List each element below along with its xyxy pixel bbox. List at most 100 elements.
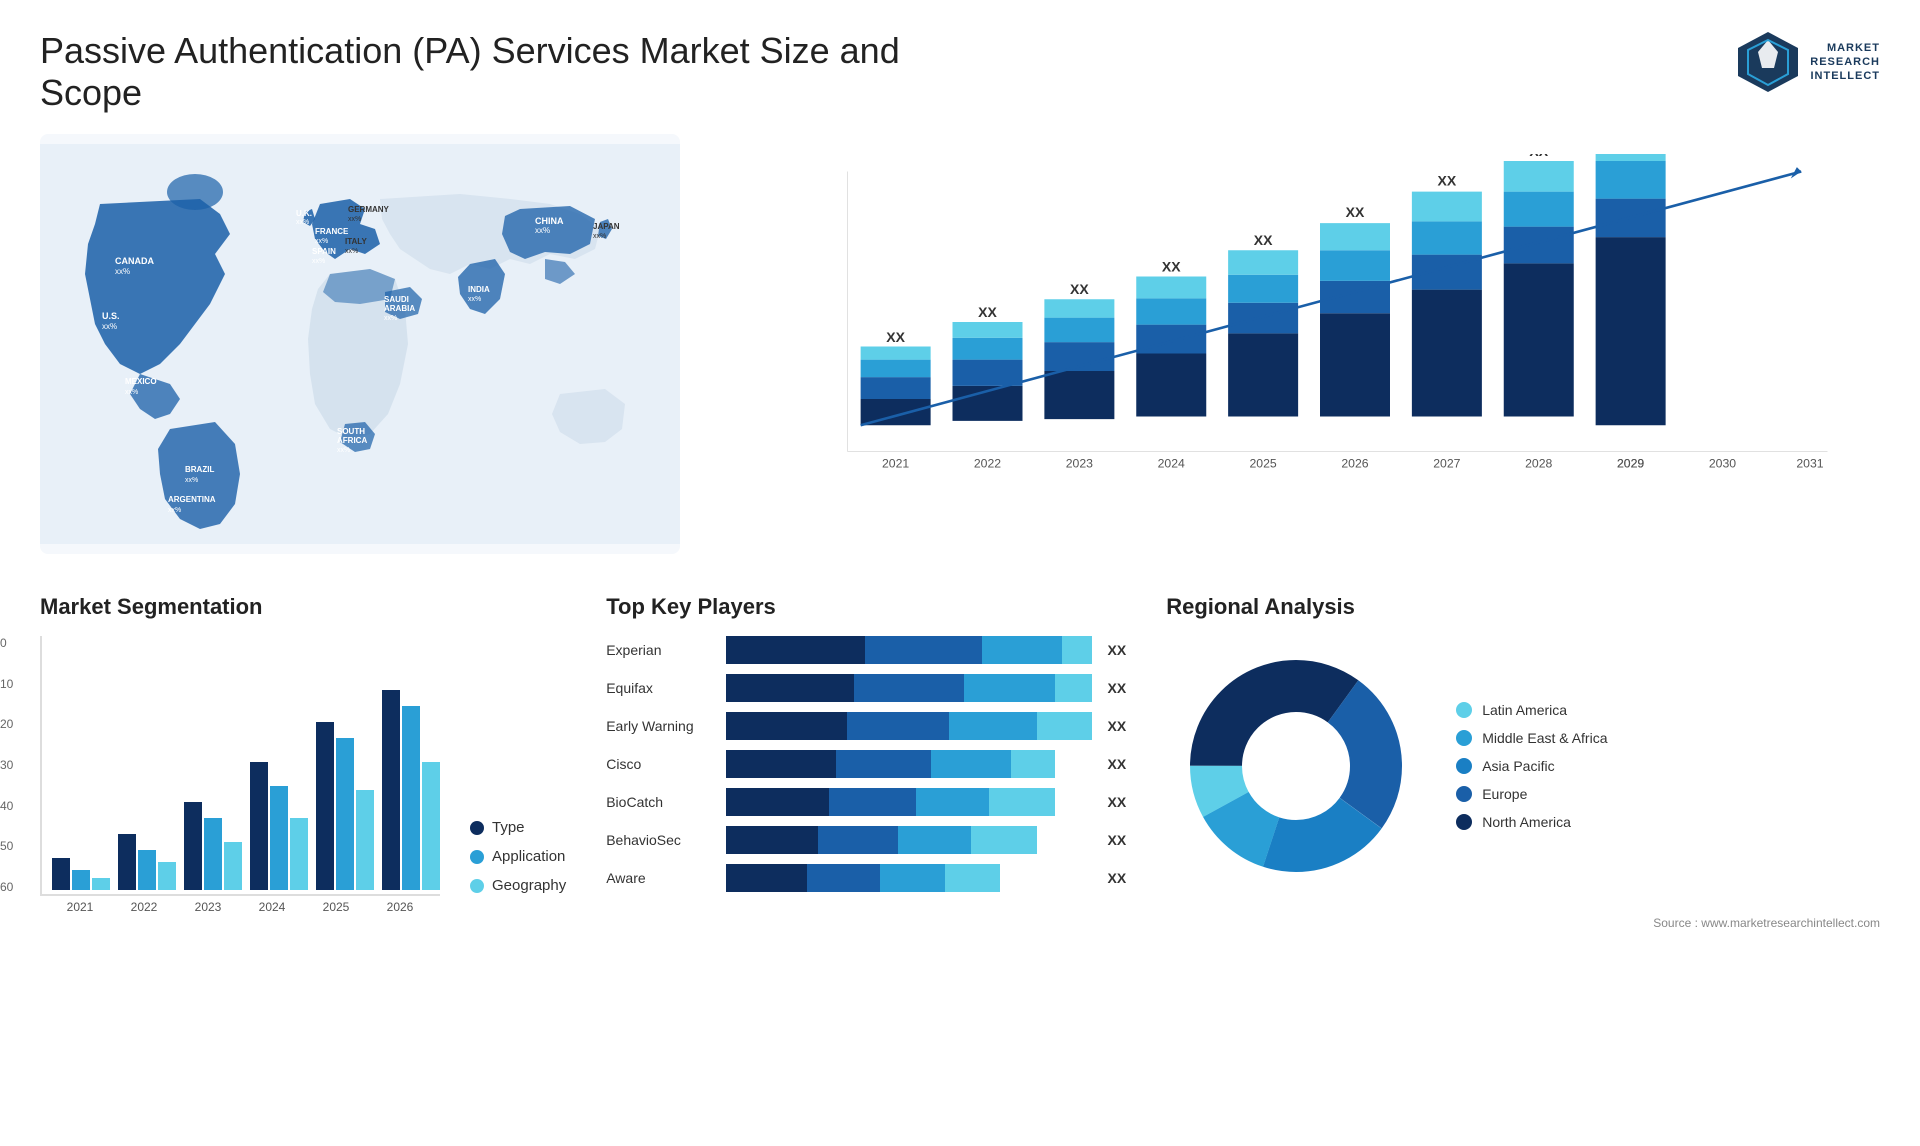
player-bar xyxy=(726,826,1091,854)
bar-seg4 xyxy=(1037,712,1092,740)
svg-text:SOUTH: SOUTH xyxy=(337,427,365,436)
bar-seg1 xyxy=(726,864,806,892)
bar-seg4 xyxy=(1062,636,1091,664)
svg-text:ITALY: ITALY xyxy=(345,237,367,246)
player-row-aware: Aware XX xyxy=(606,864,1126,892)
bar-seg3 xyxy=(880,864,946,892)
player-value: XX xyxy=(1108,712,1127,740)
bar-seg1 xyxy=(726,826,817,854)
donut-chart xyxy=(1166,636,1426,896)
bar-seg2 xyxy=(854,674,964,702)
bar-seg4 xyxy=(1055,674,1092,702)
donut-svg xyxy=(1166,636,1426,896)
svg-text:2026: 2026 xyxy=(1341,456,1368,470)
player-bar-wrap xyxy=(726,636,1091,664)
bar-seg4 xyxy=(989,788,1055,816)
player-row-cisco: Cisco XX xyxy=(606,750,1126,778)
svg-text:XX: XX xyxy=(1438,173,1457,189)
legend-dot-geo xyxy=(470,879,484,893)
seg-bar-geo xyxy=(290,818,308,890)
bar-seg4 xyxy=(1011,750,1055,778)
svg-text:xx%: xx% xyxy=(312,258,325,265)
player-value: XX xyxy=(1108,750,1127,778)
legend-item-geo: Geography xyxy=(470,877,566,894)
bar-seg1 xyxy=(726,674,854,702)
svg-text:xx%: xx% xyxy=(115,267,130,276)
seg-bar-app xyxy=(72,870,90,890)
legend-label-latin-america: Latin America xyxy=(1482,702,1567,718)
segmentation-chart-area: 60 50 40 30 20 10 0 xyxy=(40,636,566,914)
seg-bar-type xyxy=(382,690,400,890)
svg-text:xx%: xx% xyxy=(315,238,328,245)
player-bar xyxy=(726,636,1091,664)
segmentation-title: Market Segmentation xyxy=(40,594,566,620)
players-section: Top Key Players Experian XX Equifax xyxy=(606,594,1126,930)
players-title: Top Key Players xyxy=(606,594,1126,620)
svg-text:CANADA: CANADA xyxy=(115,256,154,266)
legend-label-asia-pacific: Asia Pacific xyxy=(1482,758,1554,774)
player-bar xyxy=(726,712,1091,740)
legend-dot-asia-pacific xyxy=(1456,758,1472,774)
svg-text:xx%: xx% xyxy=(337,447,350,454)
player-bar-wrap xyxy=(726,826,1091,854)
bar-seg3 xyxy=(916,788,989,816)
svg-text:xx%: xx% xyxy=(296,219,309,226)
svg-text:2022: 2022 xyxy=(974,456,1001,470)
player-bar xyxy=(726,750,1091,778)
bar-seg4 xyxy=(945,864,1000,892)
legend-europe: Europe xyxy=(1456,786,1607,802)
svg-text:ARABIA: ARABIA xyxy=(384,304,415,313)
player-bar-wrap xyxy=(726,864,1091,892)
svg-text:xx%: xx% xyxy=(593,233,606,240)
player-name: Equifax xyxy=(606,680,716,696)
svg-text:SAUDI: SAUDI xyxy=(384,295,409,304)
bar-chart-svg: XX 2021 XX 2022 XX 2023 XX 2024 xyxy=(780,154,1860,504)
svg-text:2024: 2024 xyxy=(1158,456,1185,470)
seg-bar-app xyxy=(204,818,222,890)
player-value: XX xyxy=(1108,674,1127,702)
player-bar xyxy=(726,674,1091,702)
seg-bar-group-2022 xyxy=(118,834,176,890)
player-value: XX xyxy=(1108,864,1127,892)
seg-bar-geo xyxy=(158,862,176,890)
bar-seg3 xyxy=(982,636,1062,664)
bar-seg1 xyxy=(726,750,836,778)
bar-seg3 xyxy=(898,826,971,854)
seg-bar-type xyxy=(316,722,334,890)
regional-title: Regional Analysis xyxy=(1166,594,1880,620)
seg-bar-group-2024 xyxy=(250,762,308,890)
legend-north-america: North America xyxy=(1456,814,1607,830)
bar-seg2 xyxy=(865,636,982,664)
player-row-equifax: Equifax XX xyxy=(606,674,1126,702)
svg-text:2028: 2028 xyxy=(1525,456,1552,470)
legend-mea: Middle East & Africa xyxy=(1456,730,1607,746)
svg-text:2031: 2031 xyxy=(1796,456,1823,470)
seg-bar-group-2023 xyxy=(184,802,242,890)
svg-text:xx%: xx% xyxy=(102,322,117,331)
legend-dot-mea xyxy=(1456,730,1472,746)
svg-text:xx%: xx% xyxy=(348,216,361,223)
svg-text:2025: 2025 xyxy=(1249,456,1276,470)
top-section: CANADA xx% U.S. xx% MEXICO xx% BRAZIL xx… xyxy=(40,134,1880,554)
seg-bar-geo xyxy=(92,878,110,890)
legend-item-app: Application xyxy=(470,848,566,865)
svg-text:2029: 2029 xyxy=(1617,456,1644,470)
bar-seg2 xyxy=(829,788,917,816)
svg-text:2027: 2027 xyxy=(1433,456,1460,470)
svg-text:BRAZIL: BRAZIL xyxy=(185,465,214,474)
player-value: XX xyxy=(1108,826,1127,854)
logo-area: MARKET RESEARCH INTELLECT xyxy=(1736,30,1880,94)
svg-text:xx%: xx% xyxy=(345,248,358,255)
logo-text: MARKET RESEARCH INTELLECT xyxy=(1810,41,1880,84)
seg-bar-group-2021 xyxy=(52,858,110,890)
player-name: BioCatch xyxy=(606,794,716,810)
player-bar xyxy=(726,788,1091,816)
seg-bar-app xyxy=(270,786,288,890)
legend-label-north-america: North America xyxy=(1482,814,1571,830)
regional-section: Regional Analysis xyxy=(1166,594,1880,930)
svg-text:XX: XX xyxy=(1254,232,1273,248)
bar-seg2 xyxy=(818,826,898,854)
svg-text:XX: XX xyxy=(1162,258,1181,274)
svg-text:2030: 2030 xyxy=(1709,456,1736,470)
svg-text:XX: XX xyxy=(886,329,905,345)
